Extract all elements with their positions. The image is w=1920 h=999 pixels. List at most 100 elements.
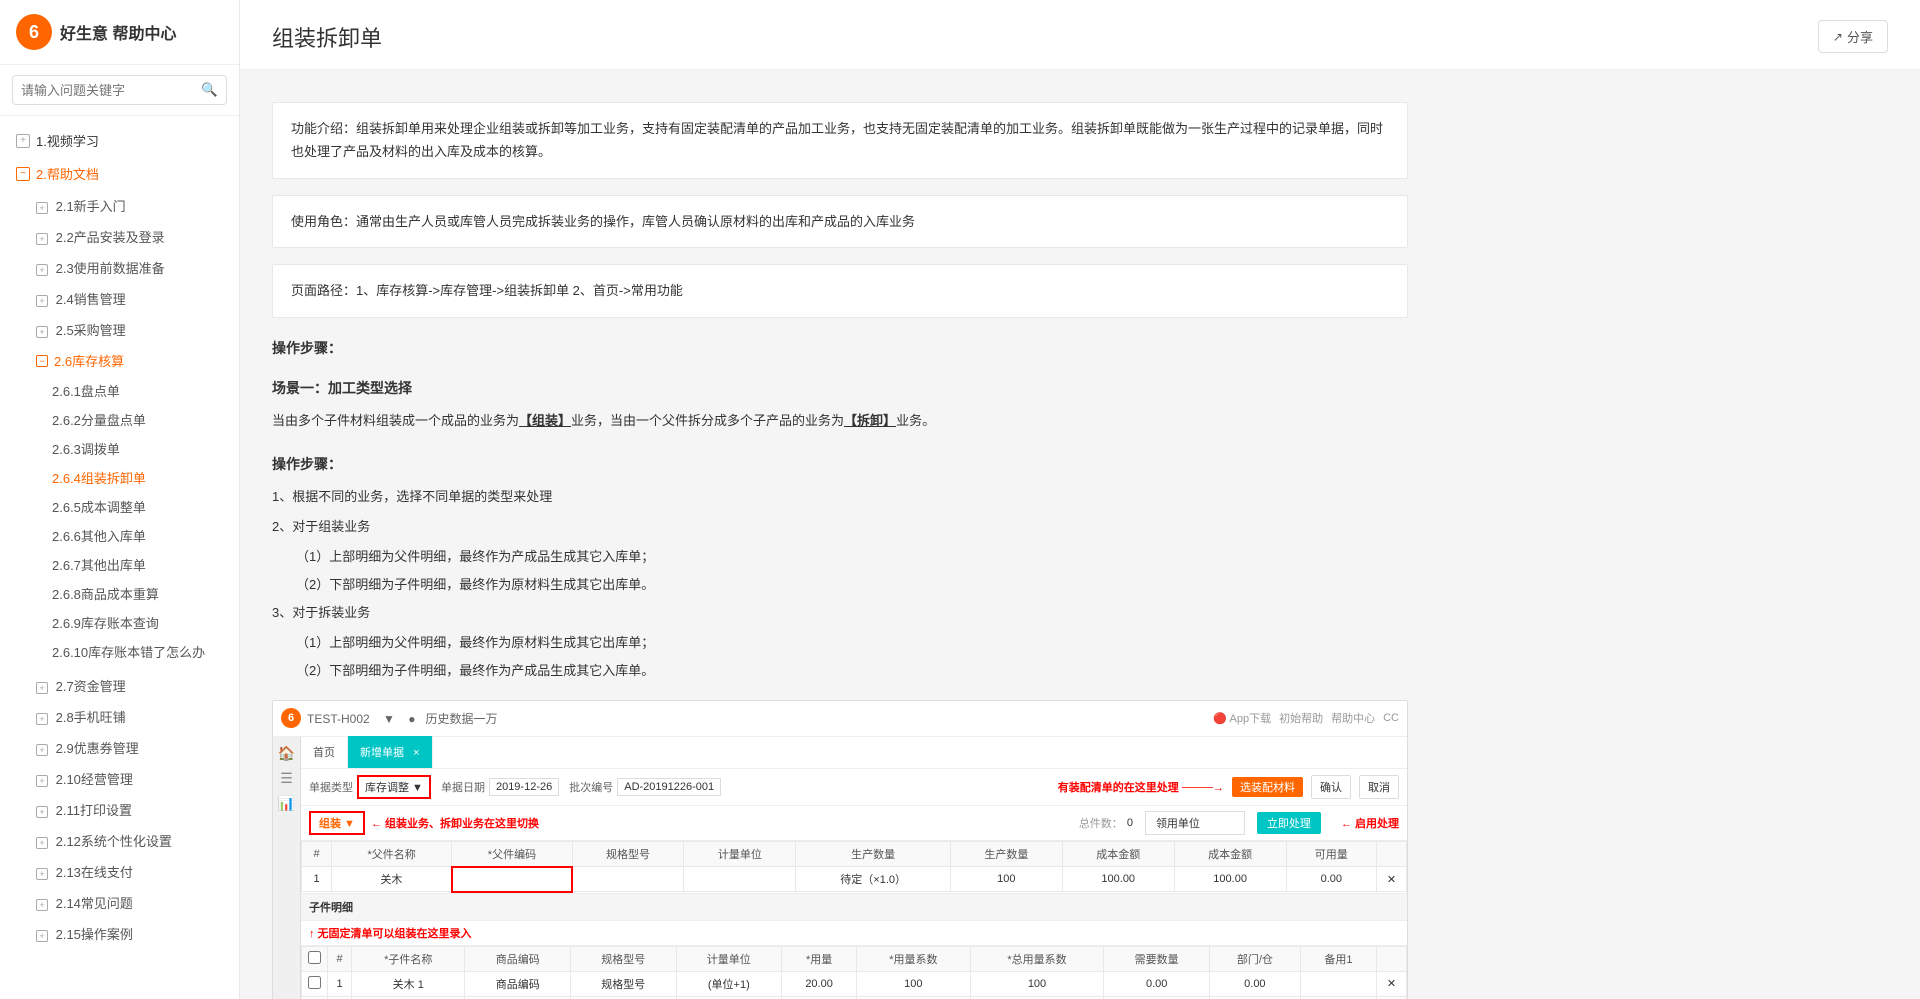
- sidebar-item-faq[interactable]: + 2.14常见问题: [36, 887, 239, 918]
- sidebar-item-assembly[interactable]: 2.6.4组装拆卸单: [52, 463, 239, 492]
- select-all-checkbox[interactable]: [308, 951, 321, 964]
- share-icon: ↗: [1833, 30, 1843, 44]
- fake-sub-section-header: 子件明细: [301, 893, 1407, 921]
- th-sub-spec: 规格型号: [571, 946, 677, 971]
- th-prod-qty: 生产数量: [796, 841, 951, 867]
- search-input[interactable]: [13, 77, 193, 104]
- sidebar-item-sales[interactable]: + 2.4销售管理: [36, 283, 239, 314]
- fake-btn-2[interactable]: 确认: [1311, 775, 1351, 799]
- td-num: 1: [302, 867, 332, 892]
- fake-select-btn[interactable]: 选装配材料: [1232, 777, 1303, 797]
- annotation-text-4: ↑ 无固定清单可以组装在这里录入: [309, 925, 472, 941]
- th-parent-code: *父件编码: [452, 841, 572, 867]
- fake-left-icons: 🏠 ☰ 📊: [273, 737, 301, 999]
- scene-desc: 当由多个子件材料组装成一个成品的业务为【组装】业务，当由一个父件拆分成多个子产品…: [272, 408, 1408, 434]
- search-area: 🔍: [0, 65, 239, 116]
- fake-tab-new[interactable]: 新增单据 ×: [348, 736, 433, 768]
- sidebar-item-mobile[interactable]: + 2.8手机旺铺: [36, 701, 239, 732]
- expand-icon: +: [36, 868, 48, 880]
- td-cost2: 100.00: [1174, 867, 1286, 892]
- disassembly-term: 【拆卸】: [844, 413, 896, 428]
- search-button[interactable]: 🔍: [193, 76, 226, 104]
- fake-form-group-2: 单据日期 2019-12-26: [441, 778, 559, 796]
- fake-processing-input: 领用单位: [1145, 811, 1245, 835]
- sidebar-item-cost-adjust[interactable]: 2.6.5成本调整单: [52, 492, 239, 521]
- td-del: ✕: [1377, 867, 1407, 892]
- th-unit: 计量单位: [684, 841, 796, 867]
- expand-icon: +: [36, 806, 48, 818]
- step-1: 1、根据不同的业务，选择不同单据的类型来处理: [272, 484, 1408, 510]
- intro-block-3: 页面路径：1、库存核算->库存管理->组装拆卸单 2、首页->常用功能: [272, 264, 1408, 317]
- fake-main-app: 首页 新增单据 × 单据类型 库存调整 ▼ 单据日期 2019-12-: [301, 737, 1407, 999]
- fake-app-title: TEST-H002 ▼ ● 历史数据一万: [307, 710, 1213, 727]
- intro-block-2: 使用角色：通常由生产人员或库管人员完成拆装业务的操作，库管人员确认原材料的出库和…: [272, 195, 1408, 248]
- table-row: 1 关木 1 商品编码 规格型号 (单位+1) 20.00 100 100 0.: [302, 971, 1407, 996]
- fake-screen: 6 TEST-H002 ▼ ● 历史数据一万 🔴 App下载 初始帮助 帮助中心…: [273, 701, 1407, 999]
- th-sub-action: [1377, 946, 1407, 971]
- th-prod-qty2: 生产数量: [950, 841, 1062, 867]
- fake-assembly-select: 组装 ▼: [309, 811, 365, 835]
- fake-type-toggle: 组装 ▼ ← 组装业务、拆卸业务在这里切换: [309, 811, 539, 835]
- fake-icon-chart: 📊: [278, 795, 295, 812]
- th-cost: 成本金额: [1062, 841, 1174, 867]
- nav-group-helpdocs: − 2.帮助文档 + 2.1新手入门 + 2.2产品安装及登录 + 2.3使用前…: [0, 157, 239, 949]
- step-2: 2、对于组装业务: [272, 514, 1408, 540]
- ops-title: 操作步骤：: [272, 338, 1408, 358]
- expand-icon: +: [16, 134, 30, 148]
- sidebar-item-help-docs[interactable]: − 2.帮助文档: [0, 157, 239, 190]
- content-header: 组装拆卸单 ↗ 分享: [240, 0, 1920, 70]
- sidebar-item-other-out[interactable]: 2.6.7其他出库单: [52, 550, 239, 579]
- logo-area: 6 好生意 帮助中心: [0, 0, 239, 65]
- sidebar-item-label: 1.视频学习: [36, 131, 99, 150]
- sidebar-item-finance[interactable]: + 2.7资金管理: [36, 670, 239, 701]
- row-checkbox[interactable]: [308, 976, 321, 989]
- sidebar-item-install-login[interactable]: + 2.2产品安装及登录: [36, 221, 239, 252]
- expand-icon: +: [36, 264, 48, 276]
- sidebar-item-inv-account[interactable]: 2.6.9库存账本查询: [52, 608, 239, 637]
- fake-bottom-table-header: # *子件名称 商品编码 规格型号 计量单位 *用量 *用量系数 *总用量系数: [302, 946, 1407, 971]
- sidebar-item-goods-cost[interactable]: 2.6.8商品成本重算: [52, 579, 239, 608]
- th-usage: *用量: [782, 946, 857, 971]
- expand-icon: +: [36, 713, 48, 725]
- sidebar-item-coupon[interactable]: + 2.9优惠券管理: [36, 732, 239, 763]
- fake-process-btn[interactable]: 立即处理: [1257, 812, 1321, 834]
- fake-btn-3[interactable]: 取消: [1359, 775, 1399, 799]
- fake-form-group-3: 批次编号 AD-20191226-001: [569, 778, 721, 796]
- th-spare: 备用1: [1300, 946, 1376, 971]
- fake-action-3: 帮助中心: [1331, 710, 1375, 726]
- th-dept: 部门/仓: [1209, 946, 1300, 971]
- sidebar-item-online-pay[interactable]: + 2.13在线支付: [36, 856, 239, 887]
- fake-tab-home[interactable]: 首页: [301, 736, 348, 768]
- fake-annotation-area: 有装配清单的在这里处理 ────→ 选装配材料 确认 取消: [731, 775, 1399, 799]
- sidebar-item-data-prep[interactable]: + 2.3使用前数据准备: [36, 252, 239, 283]
- main-content: 组装拆卸单 ↗ 分享 功能介绍：组装拆卸单用来处理企业组装或拆卸等加工业务，支持…: [240, 0, 1920, 999]
- annotation-text-3: ← 启用处理: [1341, 815, 1399, 831]
- sidebar-item-other-in[interactable]: 2.6.6其他入库单: [52, 521, 239, 550]
- sidebar-item-stocktake[interactable]: 2.6.1盘点单: [52, 376, 239, 405]
- sidebar-item-ops[interactable]: + 2.10经营管理: [36, 763, 239, 794]
- fake-label-batch: 批次编号: [569, 779, 613, 795]
- sidebar-item-inv-wrong[interactable]: 2.6.10库存账本错了怎么办: [52, 637, 239, 666]
- fake-qty-val: 0: [1127, 817, 1133, 829]
- th-needed: 需要数量: [1104, 946, 1210, 971]
- sidebar-item-print[interactable]: + 2.11打印设置: [36, 794, 239, 825]
- sidebar-item-personalize[interactable]: + 2.12系统个性化设置: [36, 825, 239, 856]
- sidebar-item-practice[interactable]: + 2.15操作案例: [36, 918, 239, 949]
- th-total-coef: *总用量系数: [970, 946, 1104, 971]
- th-action: [1377, 841, 1407, 867]
- sidebar-item-inventory[interactable]: − 2.6库存核算: [36, 345, 239, 376]
- fake-label-type: 单据类型: [309, 779, 353, 795]
- sidebar-item-video-learning[interactable]: + 1.视频学习: [0, 124, 239, 157]
- fake-type-value: 库存调整 ▼: [357, 775, 431, 799]
- td-prod-qty2: 100: [950, 867, 1062, 892]
- sidebar-item-partial-stocktake[interactable]: 2.6.2分量盘点单: [52, 405, 239, 434]
- table-row: 1 关木 待定（×1.0） 100 100.00 100.00: [302, 867, 1407, 892]
- collapse-icon: −: [16, 167, 30, 181]
- sidebar-item-transfer[interactable]: 2.6.3调拨单: [52, 434, 239, 463]
- share-button[interactable]: ↗ 分享: [1818, 20, 1888, 53]
- expand-icon: +: [36, 930, 48, 942]
- annotation-text-2: ← 组装业务、拆卸业务在这里切换: [371, 815, 539, 831]
- scene-title: 场景一：加工类型选择: [272, 378, 1408, 398]
- sidebar-item-new-user[interactable]: + 2.1新手入门: [36, 190, 239, 221]
- sidebar-item-purchase[interactable]: + 2.5采购管理: [36, 314, 239, 345]
